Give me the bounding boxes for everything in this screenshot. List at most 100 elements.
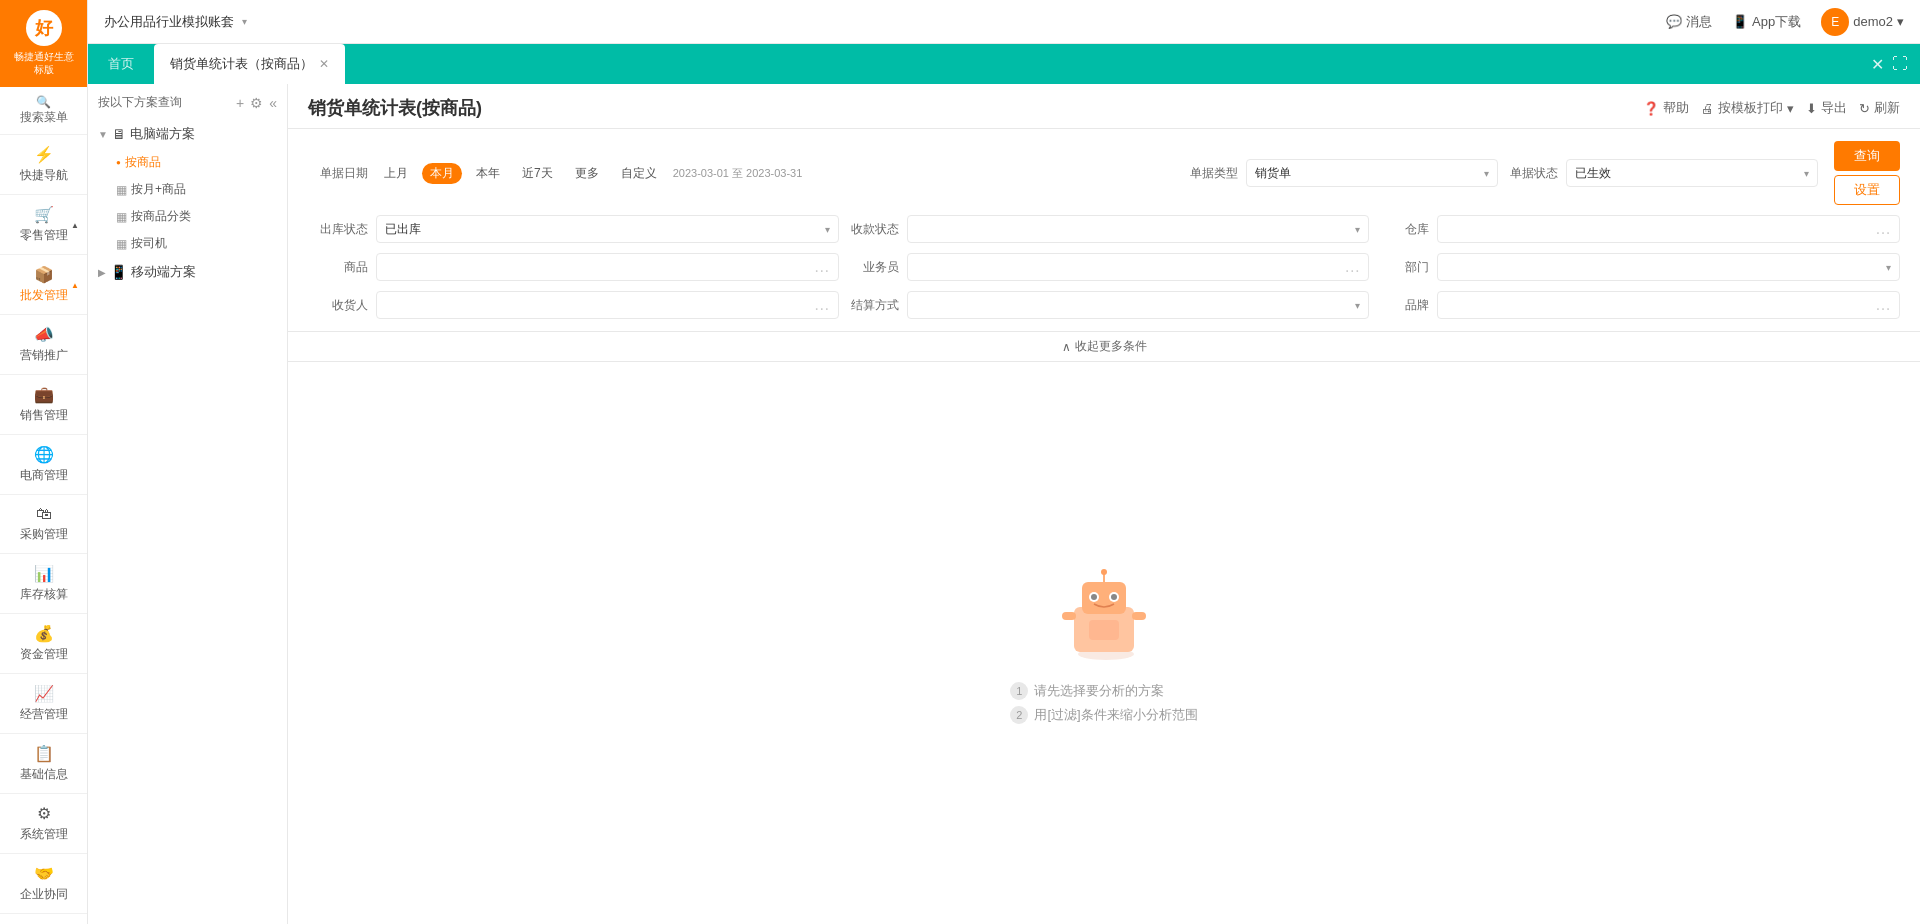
date-btn-this-year[interactable]: 本年	[468, 163, 508, 184]
export-button[interactable]: ⬇ 导出	[1806, 99, 1847, 117]
date-btn-last-month[interactable]: 上月	[376, 163, 416, 184]
staff-control[interactable]: …	[907, 253, 1370, 281]
tree-item-by-month-goods[interactable]: ▦ 按月+商品	[88, 176, 287, 203]
tree-by-category-icon: ▦	[116, 210, 127, 224]
sidebar-search[interactable]: 🔍 搜索菜单	[0, 87, 87, 135]
app-download-button[interactable]: 📱 App下载	[1732, 13, 1801, 31]
sidebar-item-retail[interactable]: 🛒 零售管理	[0, 195, 87, 255]
top-bar: 办公用品行业模拟账套 ▾ 💬 消息 📱 App下载 E demo2 ▾	[88, 0, 1920, 44]
date-btn-7days[interactable]: 近7天	[514, 163, 561, 184]
goods-control[interactable]: …	[376, 253, 839, 281]
receiver-control[interactable]: …	[376, 291, 839, 319]
empty-illustration	[1054, 562, 1154, 662]
doc-type-control[interactable]: 销货单 ▾	[1246, 159, 1498, 187]
tab-close-icon[interactable]: ✕	[319, 57, 329, 71]
help-button[interactable]: ❓ 帮助	[1643, 99, 1689, 117]
tab-close-all-button[interactable]: ✕	[1871, 55, 1884, 74]
workspace-name: 办公用品行业模拟账套	[104, 13, 234, 31]
goods-label: 商品	[308, 259, 368, 276]
tree-arrow-pc: ▼	[98, 129, 108, 140]
sidebar-item-basic[interactable]: 📋 基础信息	[0, 734, 87, 794]
workspace-dropdown-icon[interactable]: ▾	[242, 16, 247, 27]
content-area: 按以下方案查询 + ⚙ « ▼ 🖥 电脑端方案 ● 按商品 ▦ 按月+商品	[88, 84, 1920, 924]
empty-hint-1: 1 请先选择要分析的方案	[1010, 682, 1197, 700]
sidebar-item-sales[interactable]: 💼 销售管理	[0, 375, 87, 435]
search-icon: 🔍	[36, 95, 51, 109]
refresh-button[interactable]: ↻ 刷新	[1859, 99, 1900, 117]
enterprise-icon: 🤝	[34, 864, 54, 883]
svg-point-8	[1101, 569, 1107, 575]
tab-home[interactable]: 首页	[88, 44, 154, 84]
sidebar-item-inventory[interactable]: 📊 库存核算	[0, 554, 87, 614]
tab-bar: 首页 销货单统计表（按商品） ✕ ✕ ⛶	[88, 44, 1920, 84]
sidebar-item-system[interactable]: ⚙ 系统管理	[0, 794, 87, 854]
svg-rect-11	[1089, 620, 1119, 640]
sidebar-item-guide[interactable]: 🎓 新手引导	[0, 914, 87, 924]
sidebar-item-enterprise[interactable]: 🤝 企业协同	[0, 854, 87, 914]
refresh-icon: ↻	[1859, 101, 1870, 116]
payment-label: 收款状态	[839, 221, 899, 238]
add-scheme-button[interactable]: +	[236, 95, 244, 111]
basic-icon: 📋	[34, 744, 54, 763]
left-panel-icons: + ⚙ «	[236, 95, 277, 111]
help-icon: ❓	[1643, 101, 1659, 116]
doc-status-control[interactable]: 已生效 ▾	[1566, 159, 1818, 187]
tree-item-by-category[interactable]: ▦ 按商品分类	[88, 203, 287, 230]
payment-control[interactable]: ▾	[907, 215, 1370, 243]
settle-control[interactable]: ▾	[907, 291, 1370, 319]
tree-item-by-cashier[interactable]: ▦ 按司机	[88, 230, 287, 257]
filter-row-4: 收货人 … 结算方式 ▾ 品牌	[308, 291, 1900, 319]
app-logo: 好 畅捷通好生意 标版	[0, 0, 88, 87]
print-button[interactable]: 🖨 按模板打印 ▾	[1701, 99, 1794, 117]
settings-button[interactable]: 设置	[1834, 175, 1900, 205]
tab-home-label: 首页	[108, 55, 134, 73]
finance-icon: 💰	[34, 624, 54, 643]
query-button[interactable]: 查询	[1834, 141, 1900, 171]
print-label: 按模板打印	[1718, 99, 1783, 117]
filter-area: 单据日期 上月 本月 本年 近7天 更多 自定义 2023-03-01 至 20…	[288, 129, 1920, 332]
print-dropdown-icon[interactable]: ▾	[1787, 101, 1794, 116]
tab-expand-button[interactable]: ⛶	[1892, 55, 1908, 73]
edit-scheme-button[interactable]: ⚙	[250, 95, 263, 111]
brand-control[interactable]: …	[1437, 291, 1900, 319]
sidebar-item-marketing[interactable]: 📣 营销推广	[0, 315, 87, 375]
tree-by-cashier-label: 按司机	[131, 235, 167, 252]
user-profile[interactable]: E demo2 ▾	[1821, 8, 1904, 36]
tree-pc-root[interactable]: ▼ 🖥 电脑端方案	[88, 119, 287, 149]
avatar: E	[1821, 8, 1849, 36]
tree-by-category-label: 按商品分类	[131, 208, 191, 225]
doc-status-value: 已生效	[1575, 165, 1611, 182]
tab-sales-report[interactable]: 销货单统计表（按商品） ✕	[154, 44, 345, 84]
tab-bar-actions: ✕ ⛶	[1871, 55, 1920, 74]
filter-settle: 结算方式 ▾	[839, 291, 1370, 319]
message-button[interactable]: 💬 消息	[1666, 13, 1712, 31]
filter-staff: 业务员 …	[839, 253, 1370, 281]
sidebar-item-wholesale[interactable]: 📦 批发管理	[0, 255, 87, 315]
sidebar-item-purchase[interactable]: 🛍 采购管理	[0, 495, 87, 554]
empty-state: 1 请先选择要分析的方案 2 用[过滤]条件来缩小分析范围	[288, 362, 1920, 924]
print-icon: 🖨	[1701, 101, 1714, 116]
sidebar-item-operation[interactable]: 📈 经营管理	[0, 674, 87, 734]
tree-mobile-root[interactable]: ▶ 📱 移动端方案	[88, 257, 287, 287]
sidebar-item-finance[interactable]: 💰 资金管理	[0, 614, 87, 674]
collapse-panel-button[interactable]: «	[269, 95, 277, 111]
message-label: 消息	[1686, 13, 1712, 31]
date-btn-custom[interactable]: 自定义	[613, 163, 665, 184]
date-btn-this-month[interactable]: 本月	[422, 163, 462, 184]
filter-doc-status: 单据状态 已生效 ▾	[1498, 159, 1818, 187]
sidebar: 好 畅捷通好生意 标版 🔍 搜索菜单 ⚡ 快捷导航 🛒 零售管理 📦 批发管理 …	[0, 0, 88, 924]
tree-item-by-goods[interactable]: ● 按商品	[88, 149, 287, 176]
sidebar-item-ecommerce[interactable]: 🌐 电商管理	[0, 435, 87, 495]
svg-point-6	[1111, 594, 1117, 600]
logo-icon: 好	[26, 10, 62, 46]
date-label: 单据日期	[308, 165, 368, 182]
username: demo2	[1853, 14, 1893, 29]
empty-hints: 1 请先选择要分析的方案 2 用[过滤]条件来缩小分析范围	[1010, 682, 1197, 724]
dept-control[interactable]: ▾	[1437, 253, 1900, 281]
collapse-filter-row[interactable]: ∧ 收起更多条件	[288, 332, 1920, 362]
sidebar-quick-nav[interactable]: ⚡ 快捷导航	[0, 135, 87, 195]
out-status-control[interactable]: 已出库 ▾	[376, 215, 839, 243]
date-btn-more[interactable]: 更多	[567, 163, 607, 184]
warehouse-control[interactable]: …	[1437, 215, 1900, 243]
purchase-icon: 🛍	[36, 505, 52, 523]
